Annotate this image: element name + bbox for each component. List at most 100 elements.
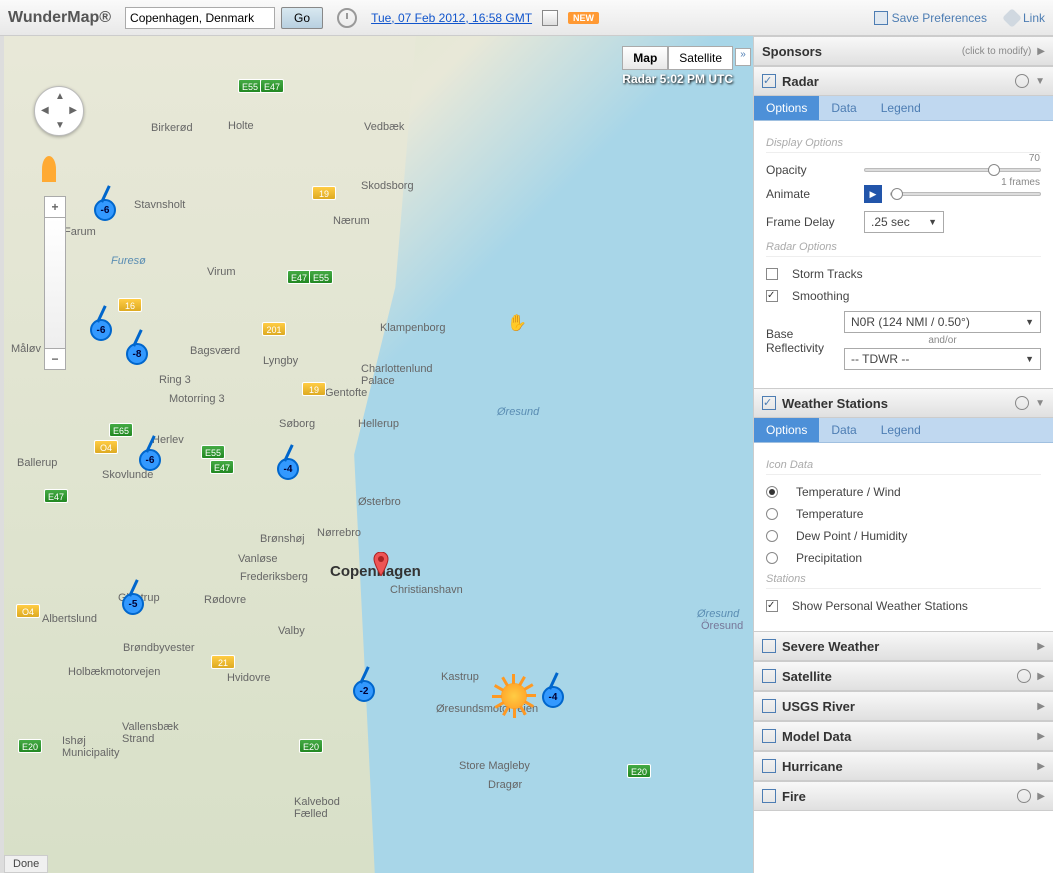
pegman-icon[interactable] bbox=[42, 156, 56, 182]
radar-tabs: Options Data Legend bbox=[754, 96, 1053, 121]
chevron-down-icon[interactable]: ▼ bbox=[1035, 398, 1045, 409]
place-skovlunde: Skovlunde bbox=[102, 469, 153, 481]
road-badge: E20 bbox=[299, 739, 323, 753]
panel-severe[interactable]: Severe Weather▶ bbox=[754, 631, 1053, 661]
radar-checkbox[interactable] bbox=[762, 74, 776, 88]
place-bagsvaerd: Bagsværd bbox=[190, 345, 240, 357]
place-birkerod: Birkerød bbox=[151, 122, 193, 134]
clock-icon[interactable] bbox=[1017, 789, 1031, 803]
pan-down-icon[interactable]: ▼ bbox=[55, 120, 65, 131]
save-preferences-link[interactable]: Save Preferences bbox=[874, 11, 987, 25]
smoothing-checkbox[interactable] bbox=[766, 290, 778, 302]
place-klampenborg: Klampenborg bbox=[380, 322, 445, 334]
map-pin[interactable] bbox=[373, 552, 389, 576]
go-button[interactable]: Go bbox=[281, 7, 323, 29]
clock-icon[interactable] bbox=[1015, 74, 1029, 88]
panel-usgs[interactable]: USGS River▶ bbox=[754, 691, 1053, 721]
road-badge: 201 bbox=[262, 322, 286, 336]
road-badge: E65 bbox=[109, 423, 133, 437]
frames-slider[interactable]: 1 frames bbox=[890, 192, 1041, 196]
panel-satellite[interactable]: Satellite▶ bbox=[754, 661, 1053, 691]
zoom-in-button[interactable]: + bbox=[44, 196, 66, 218]
animate-label: Animate bbox=[766, 187, 856, 201]
n0r-select[interactable]: N0R (124 NMI / 0.50°)▼ bbox=[844, 311, 1041, 333]
road-badge: E55 bbox=[238, 79, 262, 93]
place-ring3: Ring 3 bbox=[159, 374, 191, 386]
collapse-sidebar-button[interactable]: » bbox=[735, 48, 751, 66]
stations-section-label: Stations bbox=[766, 573, 1041, 589]
weather-station-marker[interactable]: -5 bbox=[122, 593, 144, 615]
icon-precip-radio[interactable] bbox=[766, 552, 778, 564]
water-oresund2: Øresund bbox=[697, 608, 739, 620]
map-canvas[interactable]: Copenhagen Øresund Furesø Øresund Öresun… bbox=[0, 36, 753, 873]
severe-checkbox[interactable] bbox=[762, 639, 776, 653]
hurricane-checkbox[interactable] bbox=[762, 759, 776, 773]
pan-right-icon[interactable]: ▶ bbox=[69, 105, 77, 116]
panel-fire[interactable]: Fire▶ bbox=[754, 781, 1053, 811]
map-type-satellite[interactable]: Satellite bbox=[668, 46, 733, 70]
opacity-slider[interactable]: 70 bbox=[864, 168, 1041, 172]
panel-hurricane[interactable]: Hurricane▶ bbox=[754, 751, 1053, 781]
datetime-link[interactable]: Tue, 07 Feb 2012, 16:58 GMT bbox=[371, 11, 532, 25]
play-button[interactable]: ▶ bbox=[864, 185, 882, 203]
chevron-right-icon: ▶ bbox=[1037, 731, 1045, 742]
icon-temp-wind-radio[interactable] bbox=[766, 486, 778, 498]
tab-options[interactable]: Options bbox=[754, 418, 819, 442]
chevron-down-icon[interactable]: ▼ bbox=[1035, 76, 1045, 87]
road-badge: E47 bbox=[260, 79, 284, 93]
place-broenshoej: Brønshøj bbox=[260, 533, 305, 545]
tab-legend[interactable]: Legend bbox=[869, 418, 933, 442]
tdwr-select[interactable]: -- TDWR --▼ bbox=[844, 348, 1041, 370]
map-type-map[interactable]: Map bbox=[622, 46, 668, 70]
icon-dew-radio[interactable] bbox=[766, 530, 778, 542]
tab-data[interactable]: Data bbox=[819, 418, 868, 442]
place-dragor: Dragør bbox=[488, 779, 522, 791]
weather-station-marker[interactable]: -2 bbox=[353, 680, 375, 702]
place-broendbyvester: Brøndbyvester bbox=[123, 642, 195, 654]
pan-control[interactable]: ▲ ▼ ◀ ▶ bbox=[34, 86, 84, 136]
zoom-slider[interactable] bbox=[44, 218, 66, 348]
show-pws-checkbox[interactable] bbox=[766, 600, 778, 612]
chevron-right-icon: ▶ bbox=[1037, 671, 1045, 682]
panel-sponsors[interactable]: Sponsors (click to modify) ▶ bbox=[754, 36, 1053, 66]
zoom-out-button[interactable]: − bbox=[44, 348, 66, 370]
chevron-right-icon: ▶ bbox=[1037, 46, 1045, 57]
panel-radar[interactable]: Radar ▼ bbox=[754, 66, 1053, 96]
permalink-link[interactable]: Link bbox=[1005, 11, 1045, 25]
pan-up-icon[interactable]: ▲ bbox=[55, 91, 65, 102]
satellite-checkbox[interactable] bbox=[762, 669, 776, 683]
pan-left-icon[interactable]: ◀ bbox=[41, 105, 49, 116]
road-badge: E47 bbox=[44, 489, 68, 503]
fire-checkbox[interactable] bbox=[762, 789, 776, 803]
weather-station-marker[interactable]: -6 bbox=[139, 449, 161, 471]
new-badge: NEW bbox=[568, 12, 599, 24]
chevron-right-icon: ▶ bbox=[1037, 701, 1045, 712]
weather-station-marker[interactable]: -4 bbox=[542, 686, 564, 708]
place-holte: Holte bbox=[228, 120, 254, 132]
calendar-icon[interactable] bbox=[542, 10, 558, 26]
weather-station-marker[interactable]: -8 bbox=[126, 343, 148, 365]
tab-options[interactable]: Options bbox=[754, 96, 819, 120]
tab-data[interactable]: Data bbox=[819, 96, 868, 120]
place-roedovre: Rødovre bbox=[204, 594, 246, 606]
clock-icon[interactable] bbox=[1017, 669, 1031, 683]
weather-station-marker[interactable]: -6 bbox=[90, 319, 112, 341]
place-lyngby: Lyngby bbox=[263, 355, 298, 367]
weather-station-marker[interactable]: -4 bbox=[277, 458, 299, 480]
usgs-checkbox[interactable] bbox=[762, 699, 776, 713]
clock-icon[interactable] bbox=[1015, 396, 1029, 410]
clock-icon[interactable] bbox=[337, 8, 357, 28]
panel-model[interactable]: Model Data▶ bbox=[754, 721, 1053, 751]
road-badge: E55 bbox=[201, 445, 225, 459]
storm-tracks-checkbox[interactable] bbox=[766, 268, 778, 280]
location-input[interactable] bbox=[125, 7, 275, 29]
display-options-label: Display Options bbox=[766, 137, 1041, 153]
chevron-right-icon: ▶ bbox=[1037, 791, 1045, 802]
tab-legend[interactable]: Legend bbox=[869, 96, 933, 120]
icon-temp-radio[interactable] bbox=[766, 508, 778, 520]
frame-delay-select[interactable]: .25 sec▼ bbox=[864, 211, 944, 233]
model-checkbox[interactable] bbox=[762, 729, 776, 743]
stations-checkbox[interactable] bbox=[762, 396, 776, 410]
panel-weather-stations[interactable]: Weather Stations ▼ bbox=[754, 388, 1053, 418]
weather-station-marker[interactable]: -6 bbox=[94, 199, 116, 221]
